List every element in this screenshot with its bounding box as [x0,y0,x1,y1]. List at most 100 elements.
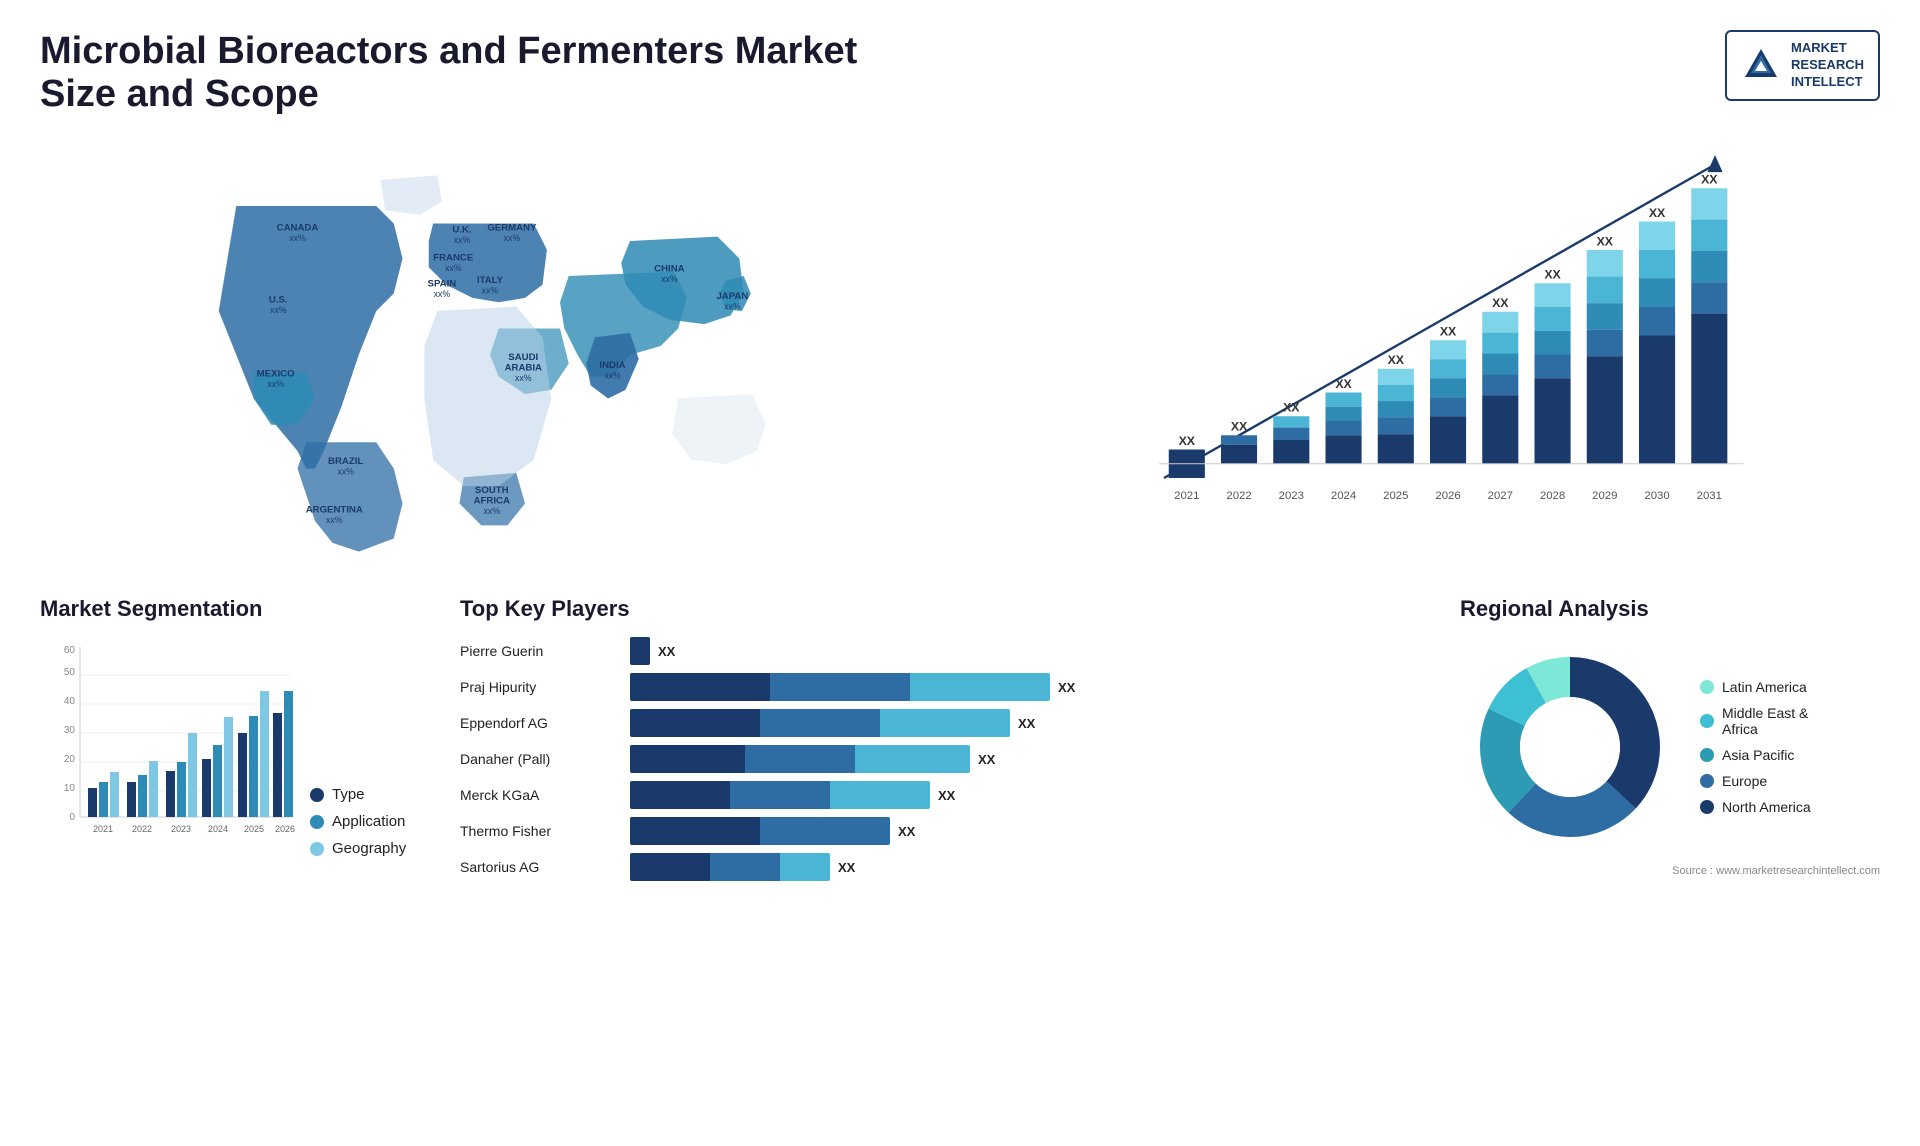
legend-asia-pacific: Asia Pacific [1700,747,1811,763]
svg-text:2026: 2026 [275,824,295,834]
player-eppendorf: Eppendorf AG XX [460,709,1420,737]
svg-text:2023: 2023 [171,824,191,834]
svg-text:AFRICA: AFRICA [474,496,510,507]
page-title: Microbial Bioreactors and Fermenters Mar… [40,30,940,116]
svg-text:2022: 2022 [132,824,152,834]
seg-legend: Type Application Geography [310,786,406,857]
svg-text:2021: 2021 [1174,490,1199,502]
svg-text:2025: 2025 [244,824,264,834]
svg-text:SPAIN: SPAIN [428,279,457,290]
svg-text:XX: XX [1649,206,1666,220]
svg-text:XX: XX [1388,353,1405,367]
logo: MARKET RESEARCH INTELLECT [1725,30,1880,101]
player-pierre-guerin: Pierre Guerin XX [460,637,1420,665]
middle-east-dot [1700,714,1714,728]
main-grid: CANADA xx% U.S. xx% MEXICO xx% BRAZIL xx… [40,136,1880,891]
regional-title: Regional Analysis [1460,596,1880,622]
svg-text:SOUTH: SOUTH [475,485,509,496]
svg-text:2028: 2028 [1540,490,1565,502]
geography-dot [310,842,324,856]
players-list: Pierre Guerin XX Praj Hipurity [460,637,1420,881]
svg-text:2021: 2021 [93,824,113,834]
svg-text:XX: XX [1597,234,1614,248]
regional-section: Regional Analysis [1460,586,1880,891]
legend-middle-east: Middle East &Africa [1700,705,1811,737]
donut-wrap: Latin America Middle East &Africa Asia P… [1460,637,1880,857]
svg-text:0: 0 [69,812,75,823]
svg-text:2024: 2024 [208,824,228,834]
svg-text:40: 40 [64,696,76,707]
svg-text:CHINA: CHINA [654,264,684,275]
svg-text:XX: XX [1492,296,1509,310]
svg-text:FRANCE: FRANCE [433,252,474,263]
player-sartorius: Sartorius AG XX [460,853,1420,881]
svg-text:xx%: xx% [445,263,462,273]
svg-text:xx%: xx% [661,274,678,284]
regional-legend: Latin America Middle East &Africa Asia P… [1700,679,1811,815]
source-text: Source : www.marketresearchintellect.com [1460,865,1880,877]
player-merck: Merck KGaA XX [460,781,1420,809]
svg-text:2024: 2024 [1331,490,1356,502]
segmentation-section: Market Segmentation 0 10 20 30 40 50 60 [40,586,420,891]
world-map: CANADA xx% U.S. xx% MEXICO xx% BRAZIL xx… [40,136,940,556]
svg-text:30: 30 [64,725,76,736]
asia-pacific-dot [1700,748,1714,762]
svg-text:U.S.: U.S. [269,294,288,305]
svg-text:ITALY: ITALY [477,275,504,286]
logo-text: MARKET RESEARCH INTELLECT [1791,40,1864,91]
page-header: Microbial Bioreactors and Fermenters Mar… [40,30,1880,116]
svg-text:xx%: xx% [504,233,521,243]
svg-text:SAUDI: SAUDI [508,352,538,363]
svg-text:xx%: xx% [483,506,500,516]
svg-text:50: 50 [64,667,76,678]
player-danaher: Danaher (Pall) XX [460,745,1420,773]
svg-text:20: 20 [64,754,76,765]
legend-geography: Geography [310,840,406,857]
growth-chart: XX 2021 XX 2022 XX 2023 XX 2024 [980,136,1880,535]
svg-text:2023: 2023 [1279,490,1304,502]
svg-text:xx%: xx% [454,235,471,245]
svg-text:2029: 2029 [1592,490,1617,502]
europe-dot [1700,774,1714,788]
latin-america-dot [1700,680,1714,694]
svg-text:XX: XX [1701,173,1718,187]
svg-text:GERMANY: GERMANY [487,223,537,234]
legend-application: Application [310,813,406,830]
donut-chart [1460,637,1680,857]
segmentation-title: Market Segmentation [40,596,420,622]
svg-text:ARABIA: ARABIA [505,363,542,374]
svg-text:U.K.: U.K. [452,224,472,235]
svg-text:xx%: xx% [326,515,343,525]
svg-text:XX: XX [1283,401,1300,415]
type-dot [310,788,324,802]
svg-text:XX: XX [1231,420,1248,434]
svg-text:XX: XX [1544,268,1561,282]
svg-text:2027: 2027 [1488,490,1513,502]
seg-chart-area: 0 10 20 30 40 50 60 [40,637,420,857]
svg-text:2026: 2026 [1435,490,1460,502]
svg-text:ARGENTINA: ARGENTINA [306,504,363,515]
key-players-title: Top Key Players [460,596,1420,622]
svg-text:xx%: xx% [434,289,451,299]
legend-europe: Europe [1700,773,1811,789]
svg-text:2022: 2022 [1226,490,1251,502]
map-section: CANADA xx% U.S. xx% MEXICO xx% BRAZIL xx… [40,136,940,556]
svg-text:MEXICO: MEXICO [257,369,295,380]
svg-text:XX: XX [1335,377,1352,391]
svg-text:xx%: xx% [337,467,354,477]
svg-text:CANADA: CANADA [277,223,319,234]
svg-text:XX: XX [1440,325,1457,339]
north-america-dot [1700,800,1714,814]
svg-text:2025: 2025 [1383,490,1408,502]
legend-latin-america: Latin America [1700,679,1811,695]
player-praj: Praj Hipurity XX [460,673,1420,701]
svg-text:XX: XX [1179,434,1196,448]
key-players-section: Top Key Players Pierre Guerin XX Praj Hi… [460,586,1420,891]
svg-text:60: 60 [64,645,76,656]
bar-chart-section: XX 2021 XX 2022 XX 2023 XX 2024 [980,136,1880,556]
player-thermo: Thermo Fisher XX [460,817,1420,845]
segmentation-chart: 0 10 20 30 40 50 60 [40,637,300,857]
svg-text:2030: 2030 [1644,490,1669,502]
svg-text:xx%: xx% [267,379,284,389]
svg-text:JAPAN: JAPAN [716,291,748,302]
